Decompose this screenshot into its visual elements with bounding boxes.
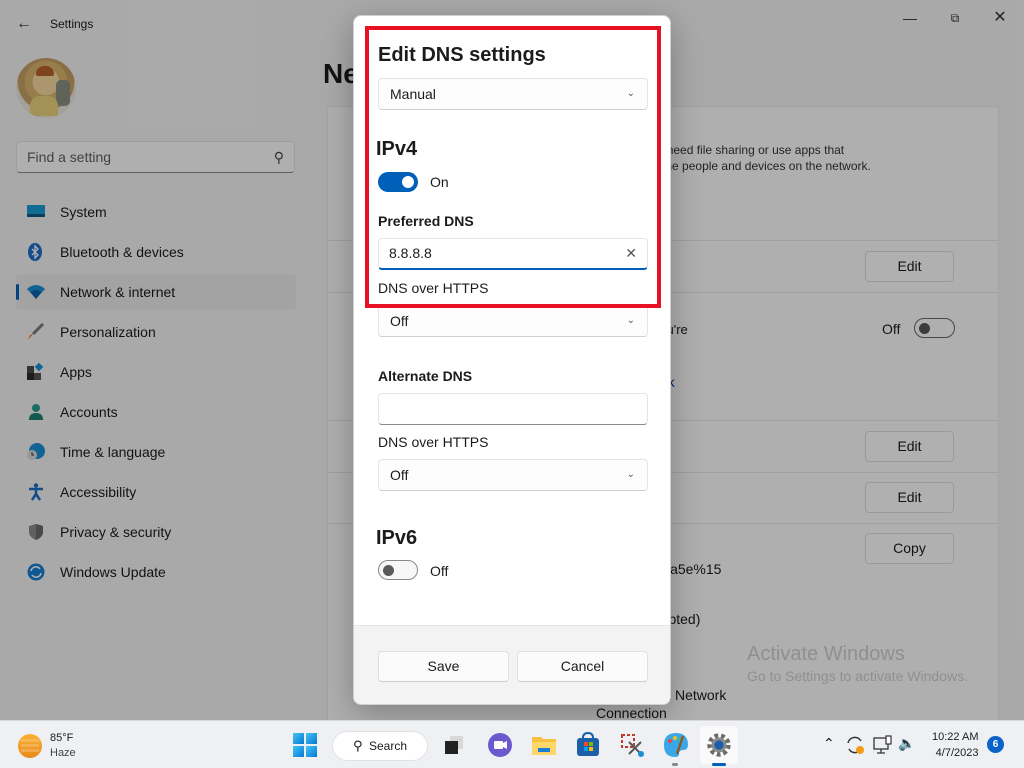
ipv6-toggle[interactable] [378, 560, 418, 580]
task-view-icon[interactable] [440, 730, 470, 760]
ipv6-heading: IPv6 [376, 527, 418, 549]
system-clock[interactable]: 10:22 AM 4/7/2023 [932, 729, 978, 761]
microsoft-store-icon[interactable] [573, 730, 603, 760]
show-hidden-icons-chevron-up-icon[interactable]: ⌃ [823, 735, 835, 752]
volume-icon[interactable]: 🔈 [898, 735, 915, 752]
alternate-dns-field[interactable] [378, 393, 648, 425]
chevron-down-icon: ⌄ [626, 88, 635, 99]
network-wired-icon[interactable] [871, 733, 895, 757]
sync-icon[interactable] [843, 733, 867, 757]
taskbar-search-label: Search [369, 739, 408, 753]
search-icon: ⚲ [353, 738, 363, 753]
preferred-doh-label: DNS over HTTPS [378, 280, 489, 296]
clear-icon[interactable]: ✕ [625, 245, 637, 262]
settings-taskbar-button[interactable] [700, 726, 738, 764]
preferred-dns-label: Preferred DNS [378, 213, 474, 229]
alternate-dns-label: Alternate DNS [378, 368, 473, 384]
cancel-button[interactable]: Cancel [517, 651, 648, 682]
preferred-dns-field[interactable]: ✕ [378, 238, 648, 270]
alternate-dns-input[interactable] [389, 400, 609, 416]
edit-dns-dialog: Edit DNS settings Manual ⌄ IPv4 On Prefe… [353, 15, 671, 705]
paint-icon[interactable] [661, 730, 691, 760]
taskbar-search[interactable]: ⚲ Search [332, 731, 428, 761]
alternate-doh-label: DNS over HTTPS [378, 434, 489, 450]
weather-temp: 85°F [50, 732, 74, 744]
taskbar: 85°F Haze ⚲ Search ⌃ 🔈 10:22 AM 4/7/2023… [0, 720, 1024, 768]
start-button[interactable] [293, 733, 317, 757]
clock-date: 4/7/2023 [935, 747, 979, 759]
ipv6-toggle-label: Off [430, 563, 449, 579]
dns-mode-value: Manual [390, 86, 436, 102]
alternate-doh-value: Off [390, 467, 409, 483]
teams-chat-icon[interactable] [485, 730, 515, 760]
preferred-dns-input[interactable] [389, 245, 609, 261]
weather-haze-icon [18, 734, 42, 758]
file-explorer-icon[interactable] [529, 730, 559, 760]
notification-badge[interactable]: 6 [987, 736, 1004, 753]
dialog-footer: Save Cancel [354, 625, 670, 704]
chevron-down-icon: ⌄ [626, 315, 635, 326]
ipv4-toggle[interactable] [378, 172, 418, 192]
snipping-tool-icon[interactable] [617, 730, 647, 760]
dns-mode-dropdown[interactable]: Manual ⌄ [378, 78, 648, 110]
chevron-down-icon: ⌄ [626, 469, 635, 480]
gear-icon [707, 733, 731, 757]
ipv4-toggle-label: On [430, 174, 449, 190]
save-button[interactable]: Save [378, 651, 509, 682]
weather-condition: Haze [50, 747, 76, 759]
clock-time: 10:22 AM [932, 731, 979, 743]
preferred-doh-dropdown[interactable]: Off ⌄ [378, 305, 648, 337]
active-app-indicator [712, 763, 726, 766]
dialog-title: Edit DNS settings [378, 44, 546, 66]
weather-widget[interactable]: 85°F Haze [18, 731, 98, 761]
preferred-doh-value: Off [390, 313, 409, 329]
running-indicator [672, 763, 678, 766]
alternate-doh-dropdown[interactable]: Off ⌄ [378, 459, 648, 491]
ipv4-heading: IPv4 [376, 138, 418, 160]
